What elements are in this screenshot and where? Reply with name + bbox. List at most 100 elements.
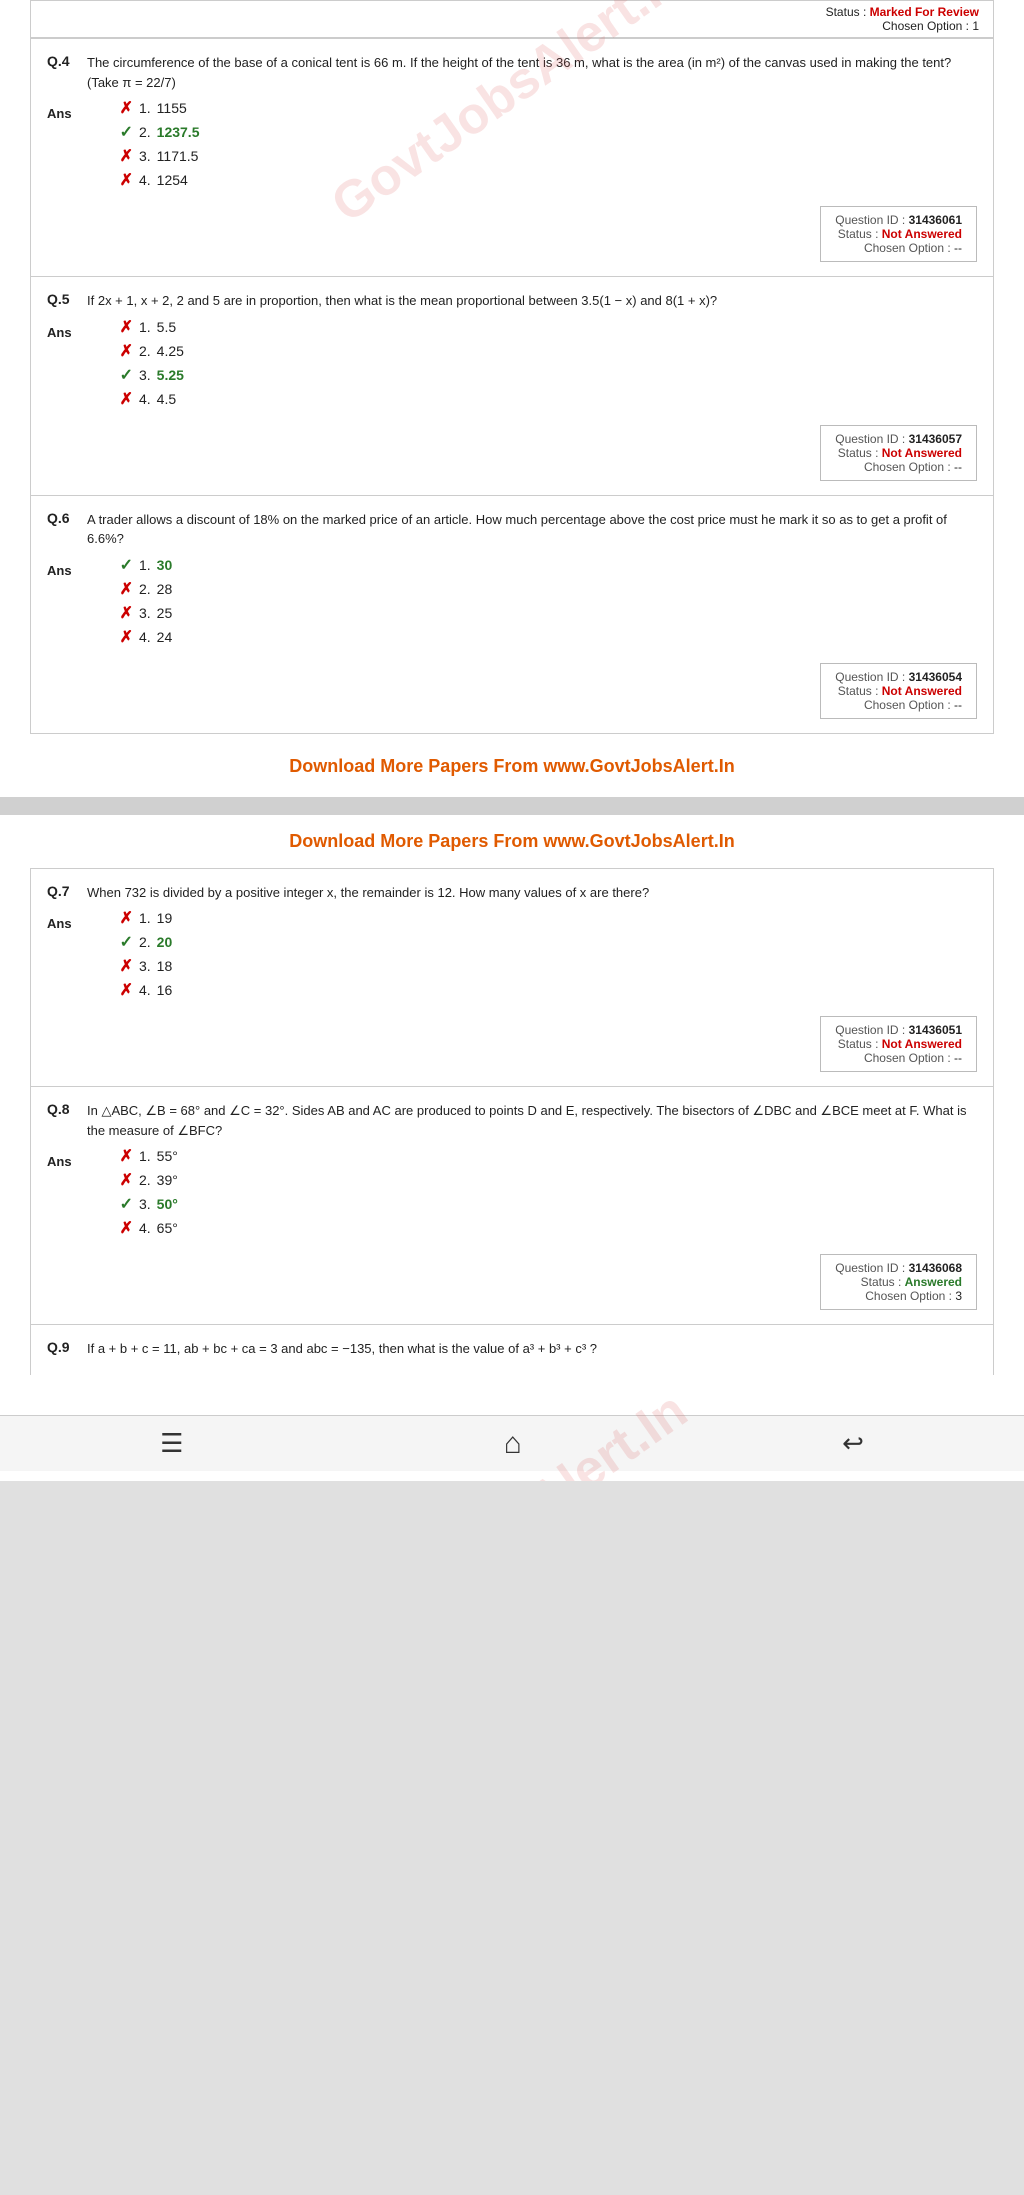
cross-icon: ✗: [120, 341, 133, 361]
q4-ans-label: Ans: [47, 106, 72, 190]
list-item: ✗ 3. 25: [120, 603, 173, 623]
q4-options: ✗ 1. 1155 ✓ 2. 1237.5 ✗ 3. 1171.5 ✗ 4.: [120, 98, 200, 194]
download-banner-1-text: Download More Papers From www.GovtJobsAl…: [289, 756, 734, 776]
cross-icon: ✗: [120, 908, 133, 928]
option-text: 19: [157, 910, 173, 926]
option-text: 20: [157, 934, 173, 950]
cross-icon: ✗: [120, 146, 133, 166]
q8-text: In △ABC, ∠B = 68° and ∠C = 32°. Sides AB…: [87, 1101, 977, 1140]
q5-chosen-label: Chosen Option :: [864, 460, 951, 474]
q6-qid-value: 31436054: [909, 670, 962, 684]
q7-status-label: Status :: [838, 1037, 879, 1051]
option-text: 1254: [157, 172, 188, 188]
q6-text: A trader allows a discount of 18% on the…: [87, 510, 977, 549]
list-item: ✗ 2. 4.25: [120, 341, 184, 361]
option-num: 4.: [139, 982, 151, 998]
q4-qid-value: 31436061: [909, 213, 962, 227]
q8-status-label: Status :: [861, 1275, 902, 1289]
menu-icon[interactable]: ☰: [160, 1428, 183, 1459]
cross-icon: ✗: [120, 389, 133, 409]
option-num: 1.: [139, 319, 151, 335]
nav-bar: ☰ ⌂ ↩: [0, 1415, 1024, 1471]
list-item: ✗ 1. 55°: [120, 1146, 178, 1166]
q4-text: The circumference of the base of a conic…: [87, 53, 977, 92]
question-block-q4: Q.4 The circumference of the base of a c…: [30, 38, 994, 277]
cross-icon: ✗: [120, 98, 133, 118]
option-text: 25: [157, 605, 173, 621]
q4-status-label: Status :: [838, 227, 879, 241]
q7-ans-label: Ans: [47, 916, 72, 1000]
q8-number: Q.8: [47, 1101, 79, 1140]
list-item: ✓ 1. 30: [120, 555, 173, 575]
check-icon: ✓: [120, 365, 133, 385]
q7-qid-label: Question ID :: [835, 1023, 905, 1037]
list-item: ✗ 2. 28: [120, 579, 173, 599]
option-text: 30: [157, 557, 173, 573]
q7-status-value: Not Answered: [882, 1037, 962, 1051]
list-item: ✗ 1. 1155: [120, 98, 200, 118]
cross-icon: ✗: [120, 1218, 133, 1238]
q6-info-box: Question ID : 31436054 Status : Not Answ…: [820, 663, 977, 719]
download-banner-2: Download More Papers From www.GovtJobsAl…: [0, 815, 1024, 868]
q5-status-value: Not Answered: [882, 446, 962, 460]
option-text: 1171.5: [157, 148, 199, 164]
q4-qid-label: Question ID :: [835, 213, 905, 227]
q4-chosen-value: --: [954, 241, 962, 255]
q8-chosen-label: Chosen Option :: [865, 1289, 952, 1303]
option-text: 28: [157, 581, 173, 597]
q5-qid-label: Question ID :: [835, 432, 905, 446]
option-num: 2.: [139, 1172, 151, 1188]
q8-chosen-value: 3: [955, 1289, 962, 1303]
list-item: ✗ 4. 16: [120, 980, 173, 1000]
q5-number: Q.5: [47, 291, 79, 311]
option-num: 3.: [139, 367, 151, 383]
option-num: 3.: [139, 148, 151, 164]
list-item: ✗ 3. 1171.5: [120, 146, 200, 166]
option-num: 1.: [139, 1148, 151, 1164]
back-icon[interactable]: ↩: [842, 1428, 864, 1459]
q6-chosen-label: Chosen Option :: [864, 698, 951, 712]
cross-icon: ✗: [120, 579, 133, 599]
option-num: 2.: [139, 581, 151, 597]
option-text: 50°: [157, 1196, 178, 1212]
q7-chosen-label: Chosen Option :: [864, 1051, 951, 1065]
option-text: 39°: [157, 1172, 178, 1188]
check-icon: ✓: [120, 932, 133, 952]
q6-status-value: Not Answered: [882, 684, 962, 698]
option-text: 55°: [157, 1148, 178, 1164]
question-block-q6: Q.6 A trader allows a discount of 18% on…: [30, 496, 994, 734]
download-banner-2-text: Download More Papers From www.GovtJobsAl…: [289, 831, 734, 851]
download-banner-1: Download More Papers From www.GovtJobsAl…: [0, 734, 1024, 787]
q8-options: ✗ 1. 55° ✗ 2. 39° ✓ 3. 50° ✗ 4. 65°: [120, 1146, 178, 1242]
option-num: 3.: [139, 605, 151, 621]
option-num: 3.: [139, 1196, 151, 1212]
q7-number: Q.7: [47, 883, 79, 903]
cross-icon: ✗: [120, 170, 133, 190]
top-status-box: Status : Marked For Review Chosen Option…: [30, 0, 994, 38]
cross-icon: ✗: [120, 317, 133, 337]
option-text: 4.25: [157, 343, 184, 359]
cross-icon: ✗: [120, 1146, 133, 1166]
list-item: ✗ 4. 1254: [120, 170, 200, 190]
cross-icon: ✗: [120, 956, 133, 976]
question-block-q8: Q.8 In △ABC, ∠B = 68° and ∠C = 32°. Side…: [30, 1087, 994, 1325]
option-num: 4.: [139, 391, 151, 407]
option-text: 16: [157, 982, 173, 998]
cross-icon: ✗: [120, 980, 133, 1000]
option-num: 2.: [139, 343, 151, 359]
home-icon[interactable]: ⌂: [504, 1427, 522, 1461]
list-item: ✓ 2. 1237.5: [120, 122, 200, 142]
top-status-value: Marked For Review: [870, 5, 979, 19]
q7-info-box: Question ID : 31436051 Status : Not Answ…: [820, 1016, 977, 1072]
list-item: ✓ 2. 20: [120, 932, 173, 952]
q7-options: ✗ 1. 19 ✓ 2. 20 ✗ 3. 18 ✗ 4. 16: [120, 908, 173, 1004]
q9-number: Q.9: [47, 1339, 79, 1359]
q4-chosen-label: Chosen Option :: [864, 241, 951, 255]
list-item: ✗ 1. 19: [120, 908, 173, 928]
list-item: ✗ 1. 5.5: [120, 317, 184, 337]
q4-number: Q.4: [47, 53, 79, 92]
page-divider: [0, 797, 1024, 815]
list-item: ✗ 4. 65°: [120, 1218, 178, 1238]
option-text: 5.25: [157, 367, 184, 383]
q4-info-box: Question ID : 31436061 Status : Not Answ…: [820, 206, 977, 262]
